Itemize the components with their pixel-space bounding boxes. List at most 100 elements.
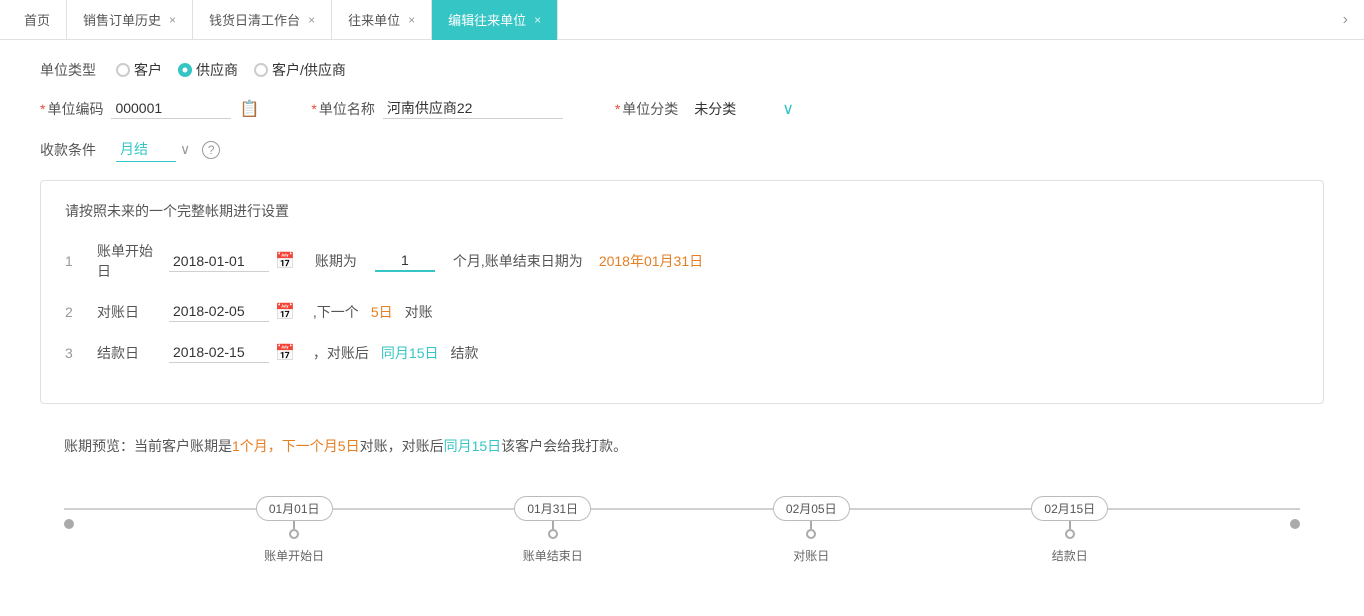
radio-both[interactable]: 客户/供应商 <box>254 60 346 80</box>
timeline-right-end <box>1290 496 1300 529</box>
preview-part4: 同月15日 <box>444 438 502 454</box>
payment-condition-label: 收款条件 <box>40 140 96 160</box>
code-name-category-row: *单位编码 📋 *单位名称 *单位分类 未分类 ∨ <box>40 98 1324 119</box>
unit-name-group: *单位名称 <box>311 98 562 119</box>
timeline-badge-3: 02月05日 <box>773 496 850 521</box>
radio-customer-label: 客户 <box>134 60 162 80</box>
reconcile-suffix: 对账 <box>405 302 433 322</box>
preview-part5: 该客户会给我打款。 <box>501 438 627 454</box>
radio-both-label: 客户/供应商 <box>272 60 346 80</box>
row-type-1: 账单开始日 <box>97 241 157 281</box>
radio-supplier-circle <box>178 63 192 77</box>
dot-2 <box>548 529 558 539</box>
unit-type-label: 单位类型 <box>40 60 96 80</box>
close-cash-work-icon[interactable]: × <box>308 13 315 27</box>
radio-both-circle <box>254 63 268 77</box>
timeline-badge-1: 01月01日 <box>256 496 333 521</box>
row-type-3: 结款日 <box>97 343 157 363</box>
timeline-node-3: 02月05日 对账日 <box>773 496 850 564</box>
connector-4 <box>1069 521 1071 529</box>
connector-1 <box>293 521 295 529</box>
preview-text: 账期预览：当前客户账期是1个月，下一个月5日对账，对账后同月15日该客户会给我打… <box>64 436 1300 456</box>
tab-sales-history[interactable]: 销售订单历史 × <box>67 0 193 40</box>
tab-partner-label: 往来单位 <box>348 10 400 29</box>
timeline-node-1: 01月01日 账单开始日 <box>256 496 333 564</box>
payment-condition-value[interactable]: 月结 <box>116 137 176 162</box>
radio-customer[interactable]: 客户 <box>116 60 162 80</box>
row-num-2: 2 <box>65 304 85 320</box>
reconcile-date-input[interactable] <box>169 301 269 322</box>
timeline-badge-2: 01月31日 <box>514 496 591 521</box>
timeline-node-2: 01月31日 账单结束日 <box>514 496 591 564</box>
dot-4 <box>1065 529 1075 539</box>
help-icon[interactable]: ? <box>202 141 220 159</box>
payment-condition-arrow[interactable]: ∨ <box>180 141 190 158</box>
tab-sales-history-label: 销售订单历史 <box>83 10 161 29</box>
tab-cash-work[interactable]: 钱货日清工作台 × <box>193 0 332 40</box>
row-num-3: 3 <box>65 345 85 361</box>
payment-date-input[interactable] <box>169 342 269 363</box>
unit-name-label: *单位名称 <box>311 99 374 119</box>
preview-section: 账期预览：当前客户账期是1个月，下一个月5日对账，对账后同月15日该客户会给我打… <box>40 420 1324 596</box>
dot-3 <box>806 529 816 539</box>
reconcile-date-calendar-icon[interactable]: 📅 <box>275 302 295 322</box>
required-star-cat: * <box>615 101 620 117</box>
preview-part1: 1个月， <box>232 438 282 454</box>
period-value-input[interactable] <box>375 250 435 272</box>
radio-customer-circle <box>116 63 130 77</box>
timeline-label-2: 账单结束日 <box>523 547 583 564</box>
main-content: 单位类型 客户 供应商 客户/供应商 *单位编码 📋 <box>0 40 1364 616</box>
payment-suffix: 结款 <box>451 343 479 363</box>
close-partner-icon[interactable]: × <box>408 13 415 27</box>
unit-type-row: 单位类型 客户 供应商 客户/供应商 <box>40 60 1324 80</box>
tab-home[interactable]: 首页 <box>8 0 67 40</box>
unit-name-input[interactable] <box>383 98 563 119</box>
unit-code-label: *单位编码 <box>40 99 103 119</box>
unit-code-group: *单位编码 📋 <box>40 98 259 119</box>
unit-category-value: 未分类 <box>694 99 774 119</box>
period-label: 账期为 <box>315 251 357 271</box>
payment-prefix: ，对账后 <box>313 343 369 363</box>
unit-code-input[interactable] <box>111 98 231 119</box>
payment-date-group: 📅 <box>169 342 295 363</box>
reconcile-date-group: 📅 <box>169 301 295 322</box>
radio-supplier[interactable]: 供应商 <box>178 60 238 80</box>
start-date-calendar-icon[interactable]: 📅 <box>275 251 295 271</box>
left-end-dot <box>64 519 74 529</box>
period-end-date: 2018年01月31日 <box>599 251 703 271</box>
tab-cash-work-label: 钱货日清工作台 <box>209 10 300 29</box>
period-unit-label: 个月,账单结束日期为 <box>453 251 583 271</box>
unit-category-label: *单位分类 <box>615 99 678 119</box>
timeline-nodes: 01月01日 账单开始日 01月31日 账单结束日 02月05日 <box>64 496 1300 564</box>
unit-category-arrow[interactable]: ∨ <box>782 99 794 119</box>
payment-date-calendar-icon[interactable]: 📅 <box>275 343 295 363</box>
preview-part3: 对账，对账后 <box>360 438 444 454</box>
payment-condition-dropdown: 月结 ∨ <box>116 137 190 162</box>
start-date-group: 📅 <box>169 251 295 272</box>
row-type-2: 对账日 <box>97 302 157 322</box>
tab-edit-partner[interactable]: 编辑往来单位 × <box>432 0 558 40</box>
start-date-input[interactable] <box>169 251 269 272</box>
timeline-left-end <box>64 496 74 529</box>
timeline-badge-4: 02月15日 <box>1031 496 1108 521</box>
unit-code-icon[interactable]: 📋 <box>239 99 259 119</box>
timeline-container: 01月01日 账单开始日 01月31日 账单结束日 02月05日 <box>64 480 1300 580</box>
tab-bar: 首页 销售订单历史 × 钱货日清工作台 × 往来单位 × 编辑往来单位 × › <box>0 0 1364 40</box>
right-end-dot <box>1290 519 1300 529</box>
tab-more-button[interactable]: › <box>1335 11 1356 29</box>
dot-1 <box>289 529 299 539</box>
reconcile-prefix: ,下一个 <box>313 302 359 322</box>
radio-group: 客户 供应商 客户/供应商 <box>116 60 346 80</box>
row-num-1: 1 <box>65 253 85 269</box>
tab-partner[interactable]: 往来单位 × <box>332 0 432 40</box>
setting-row-1: 1 账单开始日 📅 账期为 个月,账单结束日期为 2018年01月31日 <box>65 241 1299 281</box>
preview-part2: 下一个月5日 <box>282 438 360 454</box>
connector-3 <box>810 521 812 529</box>
setting-row-2: 2 对账日 📅 ,下一个 5日 对账 <box>65 301 1299 322</box>
tab-edit-partner-label: 编辑往来单位 <box>448 10 526 29</box>
close-sales-history-icon[interactable]: × <box>169 13 176 27</box>
connector-2 <box>552 521 554 529</box>
timeline-label-4: 结款日 <box>1052 547 1088 564</box>
close-edit-partner-icon[interactable]: × <box>534 13 541 27</box>
settings-title: 请按照未来的一个完整帐期进行设置 <box>65 201 1299 221</box>
